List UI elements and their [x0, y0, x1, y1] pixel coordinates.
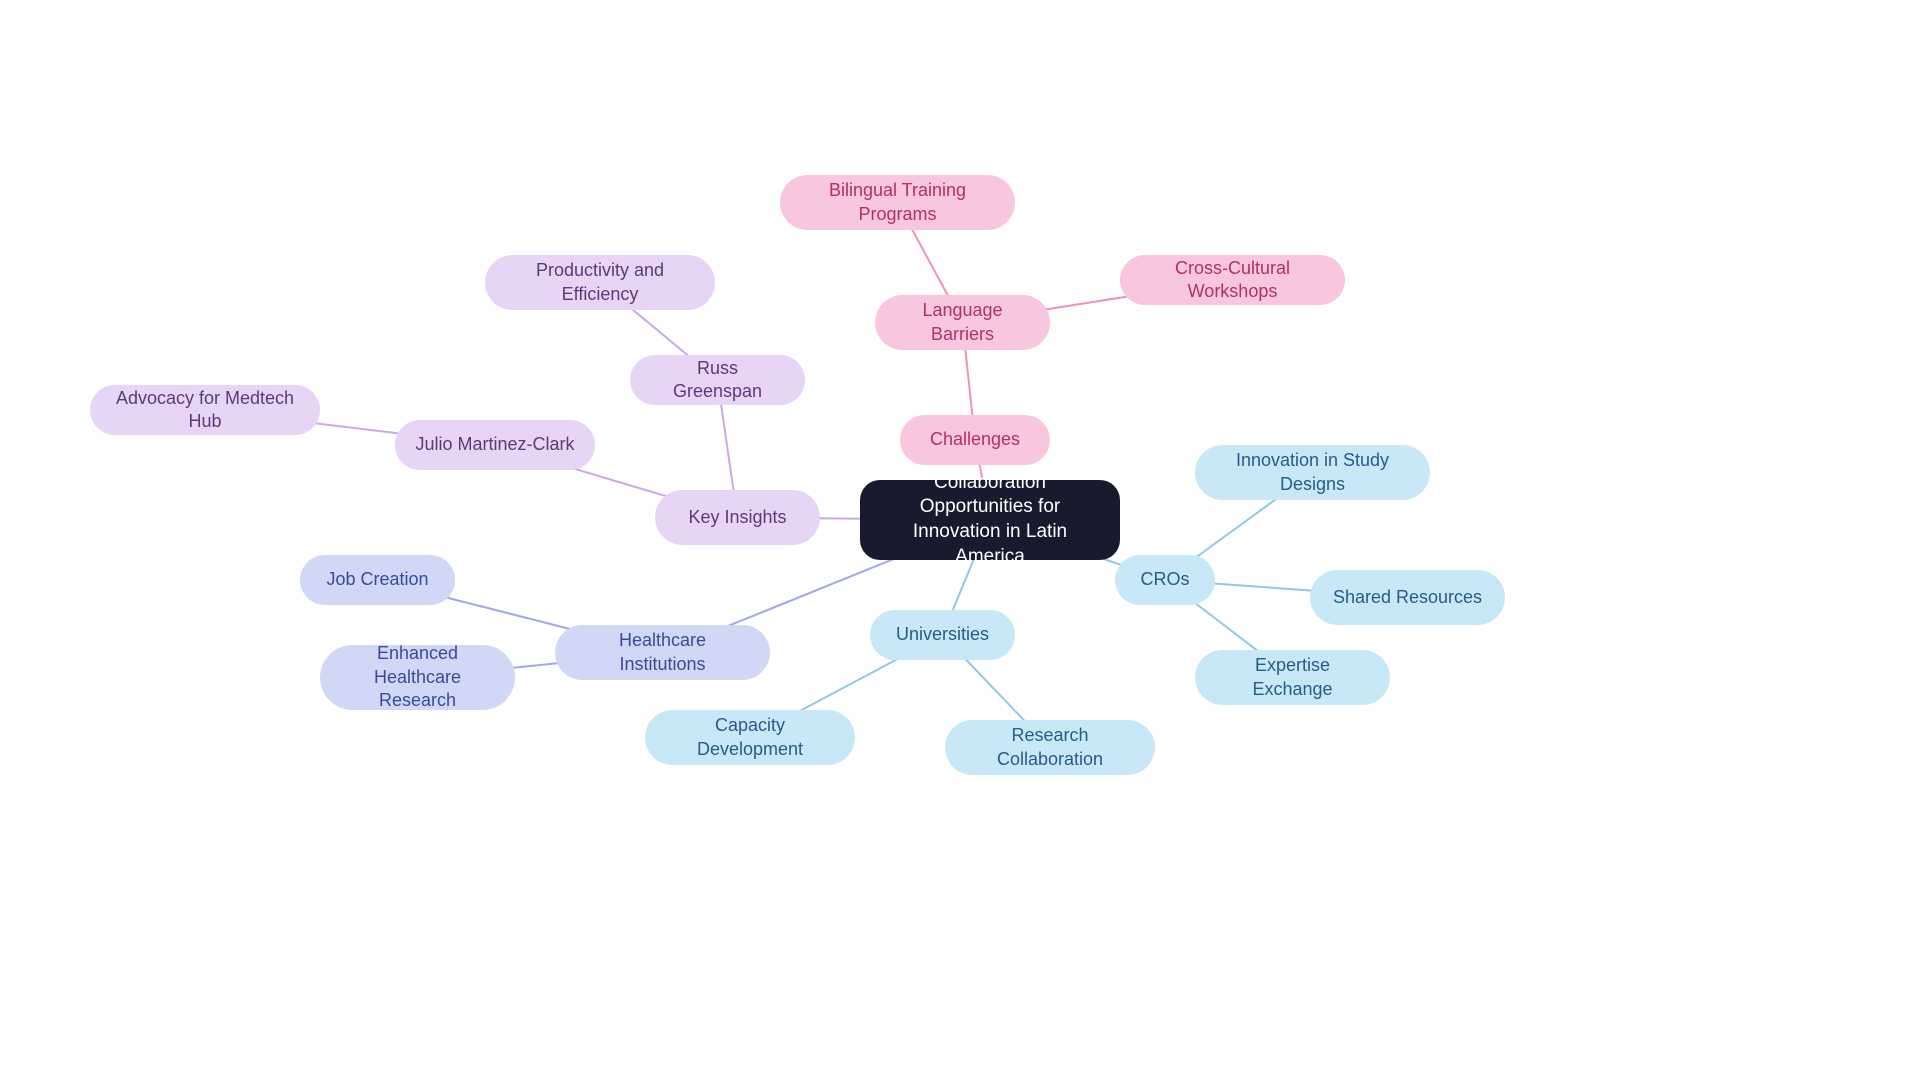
- node-healthcareInstitutions: Healthcare Institutions: [555, 625, 770, 680]
- node-cros: CROs: [1115, 555, 1215, 605]
- node-advocacyMedtech: Advocacy for Medtech Hub: [90, 385, 320, 435]
- node-challenges: Challenges: [900, 415, 1050, 465]
- node-enhancedHealthcare: Enhanced HealthcareResearch: [320, 645, 515, 710]
- node-universities: Universities: [870, 610, 1015, 660]
- node-crossCultural: Cross-Cultural Workshops: [1120, 255, 1345, 305]
- node-researchCollaboration: Research Collaboration: [945, 720, 1155, 775]
- node-russGreenspan: Russ Greenspan: [630, 355, 805, 405]
- mind-map-container: Collaboration Opportunities forInnovatio…: [0, 0, 1920, 1083]
- node-bilingualTraining: Bilingual Training Programs: [780, 175, 1015, 230]
- node-innovationStudy: Innovation in Study Designs: [1195, 445, 1430, 500]
- node-expertiseExchange: Expertise Exchange: [1195, 650, 1390, 705]
- node-capacityDevelopment: Capacity Development: [645, 710, 855, 765]
- node-julioMartinezClark: Julio Martinez-Clark: [395, 420, 595, 470]
- node-center: Collaboration Opportunities forInnovatio…: [860, 480, 1120, 560]
- node-languageBarriers: Language Barriers: [875, 295, 1050, 350]
- node-productivityEfficiency: Productivity and Efficiency: [485, 255, 715, 310]
- node-keyInsights: Key Insights: [655, 490, 820, 545]
- node-jobCreation: Job Creation: [300, 555, 455, 605]
- node-sharedResources: Shared Resources: [1310, 570, 1505, 625]
